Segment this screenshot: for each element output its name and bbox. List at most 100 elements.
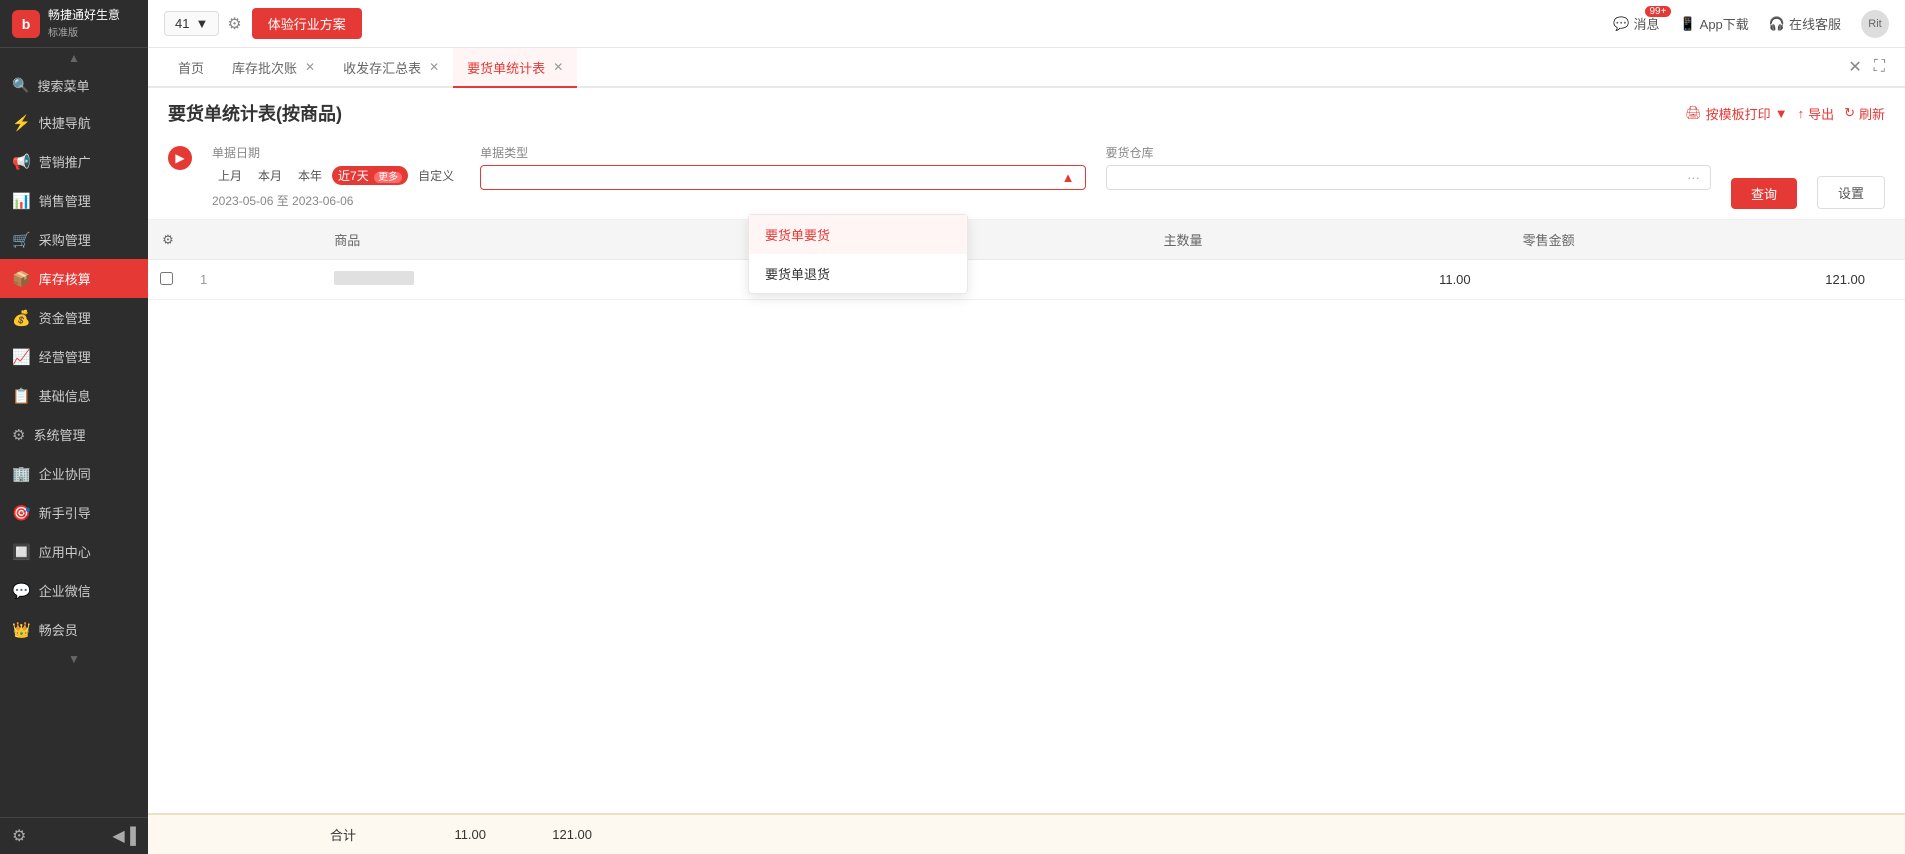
sidebar-search[interactable]: 🔍 搜索菜单	[0, 68, 148, 103]
tab-home-label: 首页	[178, 58, 204, 77]
header-right: 💬 消息 99+ 📱 App下载 🎧 在线客服 Rit	[1613, 10, 1889, 38]
store-selector[interactable]: 41 ▼	[164, 11, 219, 36]
header-left: 41 ▼ ⚙ 体验行业方案	[164, 8, 1613, 39]
warehouse-more-icon: ···	[1687, 170, 1700, 185]
sidebar-item-marketing[interactable]: 📢营销推广	[0, 142, 148, 181]
settings-icon[interactable]: ⚙	[12, 826, 26, 846]
tab-order-summary-close[interactable]: ✕	[553, 60, 563, 74]
th-settings[interactable]: ⚙	[148, 220, 188, 260]
date-filter-label: 单据日期	[212, 144, 460, 161]
sidebar-item-label: 资金管理	[39, 308, 91, 327]
table-row: 1 块 11.00 121.00	[148, 260, 1905, 300]
refresh-button[interactable]: ↻ 刷新	[1844, 104, 1885, 123]
td-quantity: 11.00	[1152, 260, 1511, 300]
this-month-button[interactable]: 本月	[252, 165, 288, 186]
summary-amount: 121.00	[502, 827, 592, 842]
prev-month-button[interactable]: 上月	[212, 165, 248, 186]
query-button[interactable]: 查询	[1731, 178, 1797, 209]
header-gear-icon[interactable]: ⚙	[227, 14, 241, 34]
member-icon: 👑	[12, 621, 31, 639]
tab-receive-summary[interactable]: 收发存汇总表 ✕	[329, 48, 453, 88]
sidebar-item-guide[interactable]: 🎯新手引导	[0, 493, 148, 532]
sidebar-item-label: 库存核算	[39, 269, 91, 288]
export-button[interactable]: ↑ 导出	[1798, 104, 1835, 123]
sidebar-item-label: 畅会员	[39, 620, 78, 639]
mobile-icon: 📱	[1679, 16, 1695, 32]
app-download-button[interactable]: 📱 App下载	[1679, 14, 1748, 33]
warehouse-input[interactable]: ···	[1106, 165, 1711, 190]
print-label: 按模板打印	[1706, 104, 1771, 123]
tab-order-summary-label: 要货单统计表	[467, 58, 545, 77]
this-year-button[interactable]: 本年	[292, 165, 328, 186]
sidebar-scroll-down[interactable]: ▼	[0, 649, 148, 669]
filter-expand-button[interactable]: ▶	[168, 146, 192, 170]
quick-nav-icon: ⚡	[12, 114, 31, 132]
sidebar-item-inventory[interactable]: 📦 库存核算	[0, 259, 148, 298]
headset-icon: 🎧	[1769, 16, 1785, 32]
sidebar-item-label: 应用中心	[39, 542, 91, 561]
tab-batch-account-close[interactable]: ✕	[305, 60, 315, 74]
tab-batch-account[interactable]: 库存批次账 ✕	[218, 48, 329, 88]
tab-close-all-button[interactable]: ✕	[1844, 53, 1865, 81]
sidebar-item-quick-nav[interactable]: ⚡快捷导航	[0, 103, 148, 142]
message-icon: 💬	[1613, 16, 1629, 32]
basic-icon: 📋	[12, 387, 31, 405]
top-header: 41 ▼ ⚙ 体验行业方案 💬 消息 99+ 📱 App下载 🎧 在线客服 Ri…	[148, 0, 1905, 48]
export-label: 导出	[1808, 104, 1834, 123]
sidebar-item-sales[interactable]: 📊 销售管理	[0, 181, 148, 220]
tab-maximize-button[interactable]: ⛶	[1870, 54, 1889, 80]
type-select-box[interactable]: ▲	[480, 165, 1085, 190]
sidebar-item-finance[interactable]: 💰资金管理	[0, 298, 148, 337]
sidebar-scroll-up[interactable]: ▲	[0, 48, 148, 68]
sidebar-item-system[interactable]: ⚙系统管理	[0, 415, 148, 454]
filter-settings-button[interactable]: 设置	[1817, 176, 1885, 209]
message-button[interactable]: 💬 消息 99+	[1613, 14, 1659, 33]
sidebar-item-label: 基础信息	[39, 386, 91, 405]
inventory-icon: 📦	[12, 270, 31, 288]
collapse-icon[interactable]: ◀▐	[112, 826, 136, 846]
td-checkbox[interactable]	[148, 260, 188, 300]
sidebar-item-apps[interactable]: 🔲应用中心	[0, 532, 148, 571]
recent-7-label: 近7天	[338, 169, 369, 183]
sidebar: b 畅捷通好生意 标准版 ▲ 🔍 搜索菜单 ⚡快捷导航📢营销推广📊销售管理🛒采购…	[0, 0, 148, 854]
type-dropdown: 要货单要货 要货单退货	[748, 214, 968, 294]
online-service-button[interactable]: 🎧 在线客服	[1769, 14, 1841, 33]
sidebar-item-basic[interactable]: 📋 基础信息	[0, 376, 148, 415]
type-filter-label: 单据类型	[480, 144, 1085, 161]
trial-button[interactable]: 体验行业方案	[252, 8, 362, 39]
store-name: 41	[175, 16, 189, 31]
user-avatar[interactable]: Rit	[1861, 10, 1889, 38]
more-badge: 更多	[374, 172, 402, 183]
tab-home[interactable]: 首页	[164, 48, 218, 88]
print-chevron-icon: ▼	[1775, 106, 1788, 121]
recent-7-button[interactable]: 近7天 更多	[332, 166, 408, 185]
th-amount: 零售金额	[1511, 220, 1905, 260]
wechat-icon: 💬	[12, 582, 31, 600]
type-select-value	[491, 170, 495, 185]
page-header-actions: 🖨 按模板打印 ▼ ↑ 导出 ↻ 刷新	[1685, 104, 1885, 123]
search-label: 搜索菜单	[37, 76, 89, 95]
sidebar-item-purchase[interactable]: 🛒采购管理	[0, 220, 148, 259]
custom-date-button[interactable]: 自定义	[412, 165, 460, 186]
tab-order-summary[interactable]: 要货单统计表 ✕	[453, 48, 577, 88]
dropdown-item-order-return[interactable]: 要货单退货	[749, 254, 967, 293]
th-index	[188, 220, 322, 260]
sidebar-item-enterprise[interactable]: 🏢企业协同	[0, 454, 148, 493]
table-container: ⚙ 商品 主计量单位 主数量 零售金额 1 块 11.00 121.00	[148, 220, 1905, 813]
print-button[interactable]: 🖨 按模板打印 ▼	[1685, 104, 1787, 123]
page-header: 要货单统计表(按商品) 🖨 按模板打印 ▼ ↑ 导出 ↻ 刷新	[148, 88, 1905, 134]
dropdown-item-order-purchase[interactable]: 要货单要货	[749, 215, 967, 254]
guide-icon: 🎯	[12, 504, 31, 522]
td-index: 1	[188, 260, 322, 300]
sales-icon: 📊	[12, 192, 31, 210]
data-table: ⚙ 商品 主计量单位 主数量 零售金额 1 块 11.00 121.00	[148, 220, 1905, 300]
sidebar-item-management[interactable]: 📈经营管理	[0, 337, 148, 376]
tab-receive-summary-close[interactable]: ✕	[429, 60, 439, 74]
sidebar-item-label: 企业协同	[39, 464, 91, 483]
marketing-icon: 📢	[12, 153, 31, 171]
sidebar-item-member[interactable]: 👑 畅会员	[0, 610, 148, 649]
sidebar-item-label: 销售管理	[39, 191, 91, 210]
sidebar-item-wechat[interactable]: 💬企业微信	[0, 571, 148, 610]
content-area: 要货单统计表(按商品) 🖨 按模板打印 ▼ ↑ 导出 ↻ 刷新 ▶	[148, 88, 1905, 854]
avatar-text: Rit	[1868, 18, 1881, 30]
